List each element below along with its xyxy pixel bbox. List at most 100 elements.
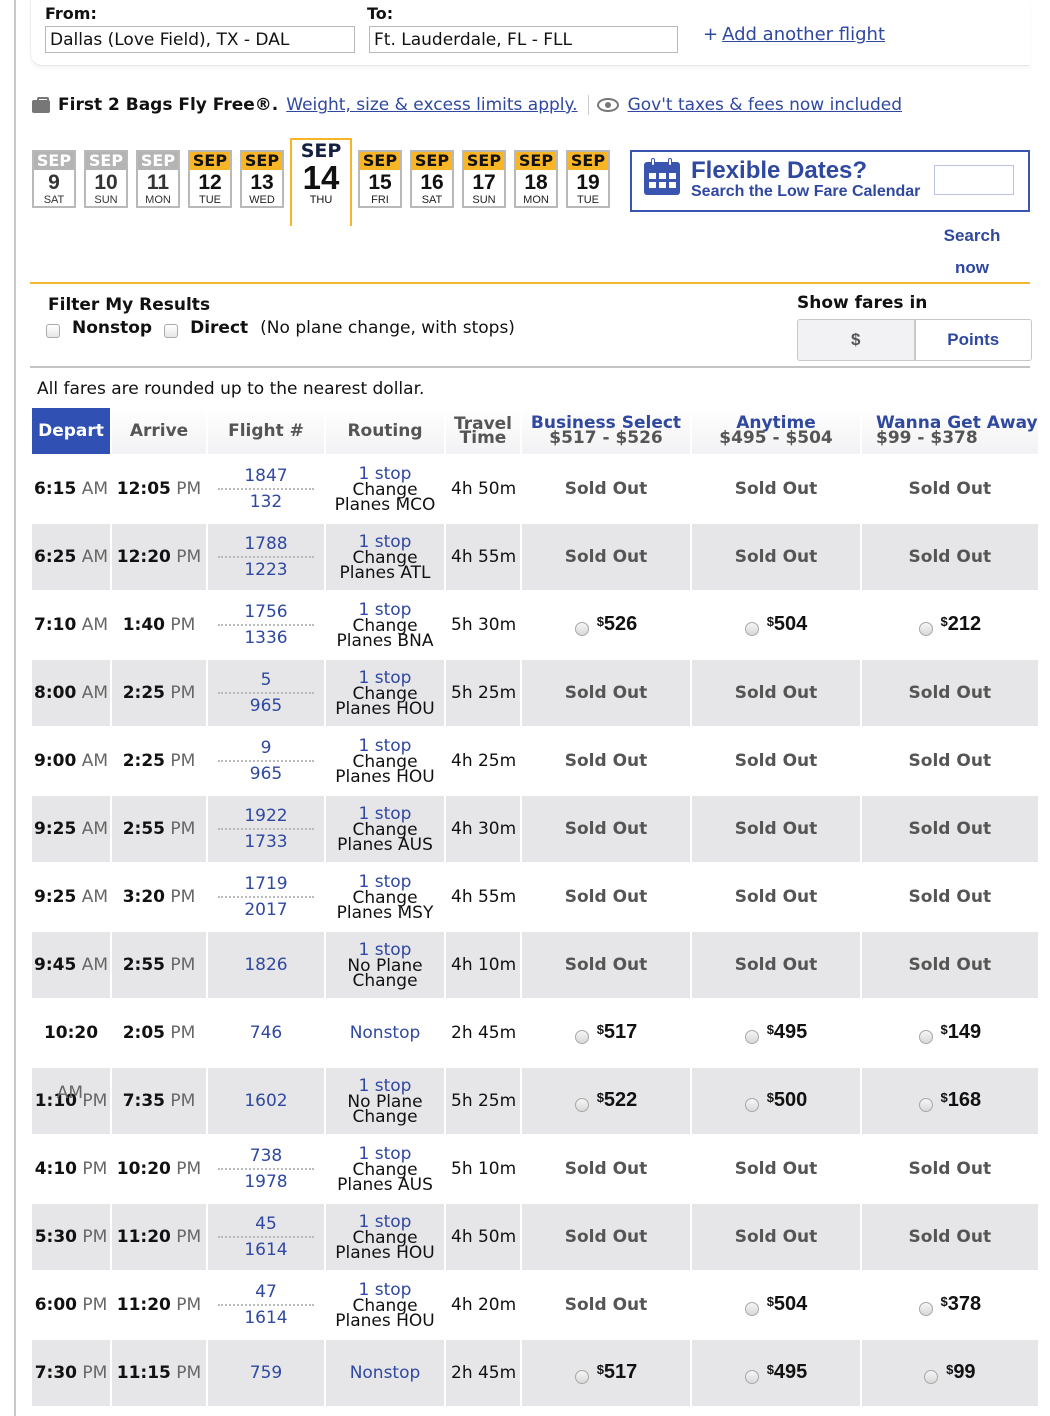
col-flight[interactable]: Flight # (208, 408, 324, 454)
fare-option[interactable]: $99 (924, 1361, 976, 1384)
table-row: 9:00 AM 2:25 PM 9 965 1 stop Change Planes HO… (32, 726, 1038, 794)
date-tile-sep-10[interactable]: SEP 10 SUN (84, 150, 128, 208)
date-tile-sep-17[interactable]: SEP 17 SUN (462, 150, 506, 208)
col-arrive[interactable]: Arrive (112, 408, 206, 454)
currency-symbol: $ (596, 1022, 604, 1038)
from-input[interactable] (45, 26, 355, 53)
flight-number-link[interactable]: 1614 (208, 1238, 324, 1262)
taxes-fees-link[interactable]: Gov't taxes & fees now included (628, 95, 902, 115)
fare-option[interactable]: $504 (744, 613, 807, 636)
flight-number-link[interactable]: 1788 (208, 532, 324, 556)
flight-number-link[interactable]: 1847 (208, 464, 324, 488)
date-tile-selected[interactable]: SEP 14 THU (290, 138, 352, 226)
flight-number-link[interactable]: 1614 (208, 1306, 324, 1330)
flight-number-link[interactable]: 1602 (208, 1089, 324, 1113)
fare-radio[interactable] (574, 1369, 589, 1384)
fare-radio[interactable] (744, 1097, 759, 1112)
fare-wanna: $168 (862, 1066, 1038, 1134)
col-wanna-get-away[interactable]: Wanna Get Away $99 - $378 (862, 408, 1038, 454)
weight-limits-link[interactable]: Weight, size & excess limits apply. (286, 95, 577, 115)
flight-number-link[interactable]: 132 (208, 490, 324, 514)
dollar-option[interactable]: $ (797, 319, 915, 361)
to-input[interactable] (369, 26, 678, 53)
low-fare-calendar-link[interactable]: Search the Low Fare Calendar (691, 183, 920, 201)
flight-number-link[interactable]: 746 (208, 1021, 324, 1045)
arrive-time: 11:15 PM (112, 1338, 206, 1406)
search-now-button[interactable]: Search now (930, 220, 1014, 284)
fare-radio[interactable] (924, 1369, 939, 1384)
date-tile-sep-15[interactable]: SEP 15 FRI (358, 150, 402, 208)
fare-business: Sold Out (522, 1134, 690, 1202)
flexible-dates-field[interactable] (934, 165, 1014, 195)
fare-option[interactable]: $212 (918, 613, 981, 636)
fare-option[interactable]: $500 (744, 1089, 807, 1112)
flight-number-link[interactable]: 45 (208, 1212, 324, 1236)
fare-radio[interactable] (918, 1301, 933, 1316)
date-tile-sep-19[interactable]: SEP 19 TUE (566, 150, 610, 208)
fare-wanna: Sold Out (862, 862, 1038, 930)
flight-number-link[interactable]: 1719 (208, 872, 324, 896)
flight-number-link[interactable]: 5 (208, 668, 324, 692)
date-tile-sep-18[interactable]: SEP 18 MON (514, 150, 558, 208)
col-travel-time[interactable]: Travel Time (446, 408, 520, 454)
date-tile-sep-13[interactable]: SEP 13 WED (240, 150, 284, 208)
bag-info-line: First 2 Bags Fly Free®. Weight, size & e… (32, 95, 902, 115)
flight-number-link[interactable]: 1336 (208, 626, 324, 650)
date-tile-sep-16[interactable]: SEP 16 SAT (410, 150, 454, 208)
flexible-dates-box[interactable]: Flexible Dates? Search the Low Fare Cale… (630, 150, 1030, 212)
add-another-flight[interactable]: + Add another flight (703, 24, 885, 45)
flight-number-link[interactable]: 965 (208, 694, 324, 718)
points-option[interactable]: Points (914, 319, 1032, 361)
fare-option[interactable]: $378 (918, 1293, 981, 1316)
flight-number-link[interactable]: 47 (208, 1280, 324, 1304)
depart-time: 4:10 PM (32, 1134, 110, 1202)
fare-radio[interactable] (744, 1369, 759, 1384)
fare-radio[interactable] (744, 621, 759, 636)
flight-number-link[interactable]: 1826 (208, 953, 324, 977)
fare-option[interactable]: $495 (744, 1361, 807, 1384)
depart-hour: 7:30 (34, 1363, 77, 1383)
flight-number-link[interactable]: 1733 (208, 830, 324, 854)
col-routing[interactable]: Routing (326, 408, 444, 454)
flight-number-link[interactable]: 9 (208, 736, 324, 760)
sold-out-label: Sold Out (564, 479, 648, 499)
flight-numbers: 759 (208, 1338, 324, 1406)
fare-radio[interactable] (574, 1029, 589, 1044)
fare-business: Sold Out (522, 726, 690, 794)
flight-number-link[interactable]: 1756 (208, 600, 324, 624)
flight-number-link[interactable]: 1978 (208, 1170, 324, 1194)
date-tile-sep-9[interactable]: SEP 9 SAT (32, 150, 76, 208)
fare-option[interactable]: $517 (574, 1021, 637, 1044)
flight-number-link[interactable]: 738 (208, 1144, 324, 1168)
date-tile-sep-12[interactable]: SEP 12 TUE (188, 150, 232, 208)
fare-radio[interactable] (744, 1301, 759, 1316)
flight-number-link[interactable]: 965 (208, 762, 324, 786)
fare-option[interactable]: $168 (918, 1089, 981, 1112)
flight-number-link[interactable]: 1223 (208, 558, 324, 582)
fare-option[interactable]: $495 (744, 1021, 807, 1044)
fare-radio[interactable] (574, 621, 589, 636)
col-depart[interactable]: Depart (32, 408, 110, 454)
fare-option[interactable]: $149 (918, 1021, 981, 1044)
add-another-flight-link[interactable]: Add another flight (722, 24, 885, 45)
fare-radio[interactable] (918, 1029, 933, 1044)
fare-option[interactable]: $526 (574, 613, 637, 636)
fare-radio[interactable] (574, 1097, 589, 1112)
flight-number-link[interactable]: 2017 (208, 898, 324, 922)
col-anytime[interactable]: Anytime $495 - $504 (692, 408, 860, 454)
fare-radio[interactable] (918, 1097, 933, 1112)
fare-radio[interactable] (744, 1029, 759, 1044)
col-business-select[interactable]: Business Select $517 - $526 (522, 408, 690, 454)
nonstop-link[interactable]: Nonstop (350, 1023, 421, 1043)
date-tile-sep-11[interactable]: SEP 11 MON (136, 150, 180, 208)
arrive-hour: 1:40 (122, 615, 165, 635)
nonstop-checkbox[interactable] (46, 324, 60, 338)
flight-number-link[interactable]: 759 (208, 1361, 324, 1385)
direct-checkbox[interactable] (164, 324, 179, 338)
flight-number-link[interactable]: 1922 (208, 804, 324, 828)
fare-option[interactable]: $504 (744, 1293, 807, 1316)
fare-option[interactable]: $522 (574, 1089, 637, 1112)
fare-option[interactable]: $517 (574, 1361, 637, 1384)
nonstop-link[interactable]: Nonstop (350, 1363, 421, 1383)
fare-radio[interactable] (918, 621, 933, 636)
